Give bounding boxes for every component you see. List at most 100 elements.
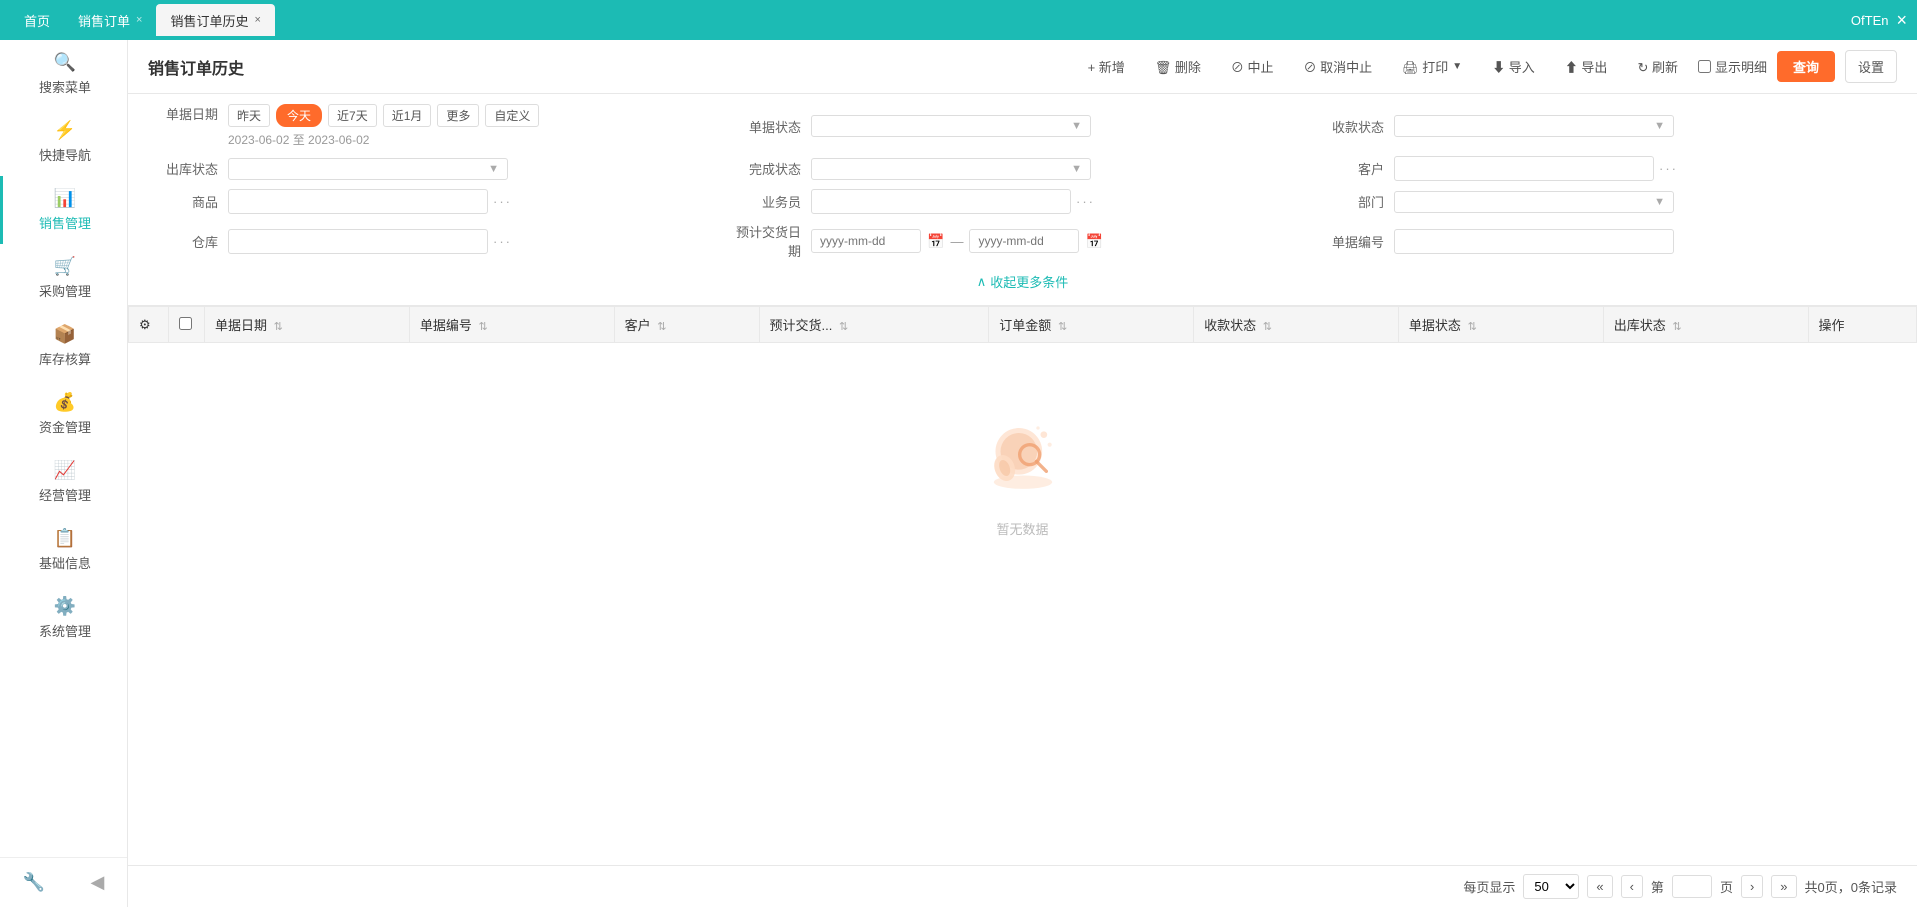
date-1month[interactable]: 近1月 bbox=[383, 104, 432, 127]
salesman-more-icon[interactable]: ··· bbox=[1071, 194, 1100, 209]
new-button[interactable]: + 新增 bbox=[1078, 52, 1135, 81]
sidebar-bottom-collapse-icon[interactable]: ◀ bbox=[86, 868, 108, 897]
col-bill-no[interactable]: 单据编号 ⇅ bbox=[409, 307, 614, 343]
sidebar-item-purchase-mgmt[interactable]: 🛒 采购管理 bbox=[0, 244, 127, 312]
sidebar-bottom-settings-icon[interactable]: 🔧 bbox=[19, 868, 49, 897]
sidebar-item-search-menu[interactable]: 🔍 搜索菜单 bbox=[0, 40, 127, 108]
topbar-close-icon[interactable]: × bbox=[1896, 10, 1907, 31]
page-size-label: 每页显示 bbox=[1463, 877, 1515, 896]
sidebar-item-sales-mgmt[interactable]: 📊 销售管理 bbox=[0, 176, 127, 244]
sidebar: 🔍 搜索菜单 ⚡ 快捷导航 📊 销售管理 🛒 采购管理 📦 库存核算 💰 资金管… bbox=[0, 40, 128, 907]
sidebar-item-search-menu-label: 搜索菜单 bbox=[39, 77, 91, 96]
goods-more-icon[interactable]: ··· bbox=[488, 194, 517, 209]
page-number-input[interactable]: 1 bbox=[1672, 875, 1712, 898]
sidebar-item-finance[interactable]: 💰 资金管理 bbox=[0, 380, 127, 448]
warehouse-input[interactable] bbox=[228, 229, 488, 254]
sidebar-item-quick-nav[interactable]: ⚡ 快捷导航 bbox=[0, 108, 127, 176]
date-custom[interactable]: 自定义 bbox=[485, 104, 539, 127]
col-amount-sort-icon[interactable]: ⇅ bbox=[1058, 321, 1067, 333]
stop-button[interactable]: ⊘ 中止 bbox=[1221, 52, 1284, 81]
date-yesterday[interactable]: 昨天 bbox=[228, 104, 270, 127]
page-header: 销售订单历史 + 新增 🗑 删除 ⊘ 中止 ⊘ 取消中止 🖨 打印 ▼ ⬇ 导入… bbox=[128, 40, 1917, 94]
expected-date-input-wrap: 📅 — 📅 bbox=[811, 229, 1103, 253]
import-button[interactable]: ⬇ 导入 bbox=[1482, 52, 1545, 81]
page-label: 第 bbox=[1651, 877, 1664, 896]
first-page-button[interactable]: « bbox=[1587, 875, 1612, 898]
cancel-stop-button[interactable]: ⊘ 取消中止 bbox=[1294, 52, 1383, 81]
print-button[interactable]: 🖨 打印 ▼ bbox=[1392, 52, 1472, 81]
date-range-text: 2023-06-02 至 2023-06-02 bbox=[228, 131, 539, 148]
customer-input[interactable] bbox=[1394, 156, 1654, 181]
col-customer[interactable]: 客户 ⇅ bbox=[614, 307, 759, 343]
sidebar-item-basic-info[interactable]: 📋 基础信息 bbox=[0, 516, 127, 584]
tab-sales-order-close[interactable]: × bbox=[136, 14, 142, 26]
col-bill-no-sort-icon[interactable]: ⇅ bbox=[478, 321, 487, 333]
sidebar-item-quick-nav-label: 快捷导航 bbox=[39, 145, 91, 164]
refresh-button[interactable]: ↻ 刷新 bbox=[1627, 52, 1688, 81]
dept-select[interactable]: ▼ bbox=[1394, 191, 1674, 213]
col-amount[interactable]: 订单金额 ⇅ bbox=[989, 307, 1194, 343]
next-page-button[interactable]: › bbox=[1741, 875, 1763, 898]
prev-page-button[interactable]: ‹ bbox=[1621, 875, 1643, 898]
payment-status-select[interactable]: ▼ bbox=[1394, 115, 1674, 137]
settings-icon[interactable]: ⚙ bbox=[139, 317, 151, 332]
salesman-input-wrap: ··· bbox=[811, 189, 1314, 214]
bill-number-input[interactable] bbox=[1394, 229, 1674, 254]
col-bill-status[interactable]: 单据状态 ⇅ bbox=[1398, 307, 1603, 343]
date-shortcuts: 昨天 今天 近7天 近1月 更多 自定义 bbox=[228, 104, 539, 127]
date-7days[interactable]: 近7天 bbox=[328, 104, 377, 127]
sidebar-item-sys-mgmt[interactable]: ⚙️ 系统管理 bbox=[0, 584, 127, 652]
col-expected-date-sort-icon[interactable]: ⇅ bbox=[839, 321, 848, 333]
display-toggle-checkbox[interactable] bbox=[1698, 60, 1711, 73]
main-layout: 🔍 搜索菜单 ⚡ 快捷导航 📊 销售管理 🛒 采购管理 📦 库存核算 💰 资金管… bbox=[0, 40, 1917, 907]
warehouse-more-icon[interactable]: ··· bbox=[488, 234, 517, 249]
col-bill-no-label: 单据编号 bbox=[420, 318, 472, 333]
display-toggle[interactable]: 显示明细 bbox=[1698, 57, 1767, 76]
expected-date-end[interactable] bbox=[969, 229, 1079, 253]
operations-icon: 📈 bbox=[54, 460, 76, 481]
sidebar-item-operations[interactable]: 📈 经营管理 bbox=[0, 448, 127, 516]
col-expected-date[interactable]: 预计交货... ⇅ bbox=[759, 307, 989, 343]
col-date[interactable]: 单据日期 ⇅ bbox=[205, 307, 410, 343]
page-size-select[interactable]: 50 10 20 100 bbox=[1523, 874, 1579, 899]
export-button[interactable]: ⬆ 导出 bbox=[1555, 52, 1618, 81]
collapse-label: 收起更多条件 bbox=[990, 272, 1068, 291]
expected-date-end-calendar-icon[interactable]: 📅 bbox=[1085, 233, 1102, 250]
col-customer-sort-icon[interactable]: ⇅ bbox=[657, 321, 666, 333]
tab-sales-order[interactable]: 销售订单 × bbox=[64, 4, 156, 36]
col-date-sort-icon[interactable]: ⇅ bbox=[274, 321, 283, 333]
goods-input[interactable] bbox=[228, 189, 488, 214]
table-header-row: ⚙ 单据日期 ⇅ 单据编号 ⇅ bbox=[129, 307, 1917, 343]
bill-status-select[interactable]: ▼ bbox=[811, 115, 1091, 137]
complete-status-select[interactable]: ▼ bbox=[811, 158, 1091, 180]
tab-sales-order-history-close[interactable]: × bbox=[254, 14, 260, 26]
filter-cell-complete-status: 完成状态 ▼ bbox=[731, 158, 1314, 180]
delete-button[interactable]: 🗑 删除 bbox=[1145, 52, 1211, 81]
col-settings[interactable]: ⚙ bbox=[129, 307, 169, 343]
dept-arrow-icon: ▼ bbox=[1654, 196, 1665, 208]
out-status-select[interactable]: ▼ bbox=[228, 158, 508, 180]
dept-label: 部门 bbox=[1314, 192, 1394, 211]
expected-date-start[interactable] bbox=[811, 229, 921, 253]
salesman-input[interactable] bbox=[811, 189, 1071, 214]
settings-button[interactable]: 设置 bbox=[1845, 50, 1897, 83]
date-today[interactable]: 今天 bbox=[276, 104, 322, 127]
col-out-status[interactable]: 出库状态 ⇅ bbox=[1603, 307, 1808, 343]
sidebar-item-inventory[interactable]: 📦 库存核算 bbox=[0, 312, 127, 380]
col-payment-status-sort-icon[interactable]: ⇅ bbox=[1263, 321, 1272, 333]
col-payment-status[interactable]: 收款状态 ⇅ bbox=[1194, 307, 1399, 343]
tab-home[interactable]: 首页 bbox=[10, 4, 64, 36]
col-out-status-sort-icon[interactable]: ⇅ bbox=[1672, 321, 1681, 333]
expected-date-start-calendar-icon[interactable]: 📅 bbox=[927, 233, 944, 250]
col-bill-status-sort-icon[interactable]: ⇅ bbox=[1468, 321, 1477, 333]
query-button[interactable]: 查询 bbox=[1777, 51, 1835, 82]
last-page-button[interactable]: » bbox=[1771, 875, 1796, 898]
customer-more-icon[interactable]: ··· bbox=[1654, 161, 1683, 176]
date-more[interactable]: 更多 bbox=[437, 104, 479, 127]
sidebar-item-inventory-label: 库存核算 bbox=[39, 349, 91, 368]
filter-cell-out-status: 出库状态 ▼ bbox=[148, 158, 731, 180]
collapse-button[interactable]: ∧ 收起更多条件 bbox=[148, 268, 1897, 295]
tab-sales-order-history[interactable]: 销售订单历史 × bbox=[156, 4, 274, 36]
col-checkbox[interactable] bbox=[169, 307, 205, 343]
select-all-checkbox[interactable] bbox=[179, 317, 192, 330]
